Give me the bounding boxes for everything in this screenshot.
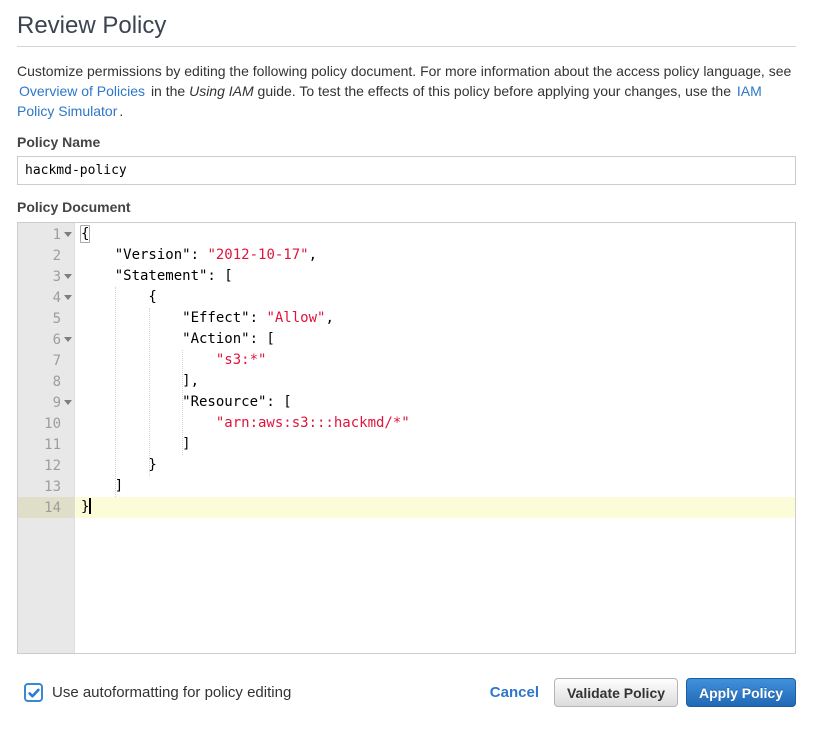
code-line-4[interactable]: {	[75, 287, 795, 308]
line-number: 13	[44, 479, 61, 495]
json-plain-token	[81, 415, 216, 431]
json-plain-token: "Action": [	[81, 331, 275, 347]
apply-policy-button[interactable]: Apply Policy	[686, 678, 796, 707]
gutter-line-5: 5	[18, 308, 74, 329]
line-number: 12	[44, 458, 61, 474]
policy-name-input[interactable]	[17, 156, 796, 185]
json-plain-token: }	[81, 499, 89, 515]
code-line-12[interactable]: }	[75, 455, 795, 476]
line-number: 4	[53, 290, 61, 306]
intro-text-2: in the	[151, 83, 185, 99]
fold-arrow-icon[interactable]	[61, 232, 72, 237]
json-plain-token: }	[81, 457, 157, 473]
overview-of-policies-link[interactable]: Overview of Policies	[17, 83, 147, 99]
code-line-10[interactable]: "arn:aws:s3:::hackmd/*"	[75, 413, 795, 434]
gutter-line-4[interactable]: 4	[18, 287, 74, 308]
intro-paragraph: Customize permissions by editing the fol…	[17, 61, 796, 121]
json-string-token: "Allow"	[266, 310, 325, 326]
json-plain-token: ,	[325, 310, 333, 326]
policy-document-editor[interactable]: 1234567891011121314 { "Version": "2012-1…	[17, 222, 796, 654]
using-iam-guide-name: Using IAM	[189, 83, 254, 99]
code-line-1[interactable]: {	[75, 224, 795, 245]
code-line-5[interactable]: "Effect": "Allow",	[75, 308, 795, 329]
json-plain-token	[81, 352, 216, 368]
review-policy-page: Review Policy Customize permissions by e…	[17, 13, 796, 707]
code-line-14[interactable]: }	[75, 497, 795, 518]
gutter-line-11: 11	[18, 434, 74, 455]
intro-text-4: .	[119, 103, 123, 119]
line-number: 11	[44, 437, 61, 453]
gutter-line-1[interactable]: 1	[18, 224, 74, 245]
json-string-token: "s3:*"	[216, 352, 267, 368]
line-number: 9	[53, 395, 61, 411]
code-line-7[interactable]: "s3:*"	[75, 350, 795, 371]
code-line-8[interactable]: ],	[75, 371, 795, 392]
footer-actions: Use autoformatting for policy editing Ca…	[17, 678, 796, 707]
gutter-line-10: 10	[18, 413, 74, 434]
json-plain-token: {	[80, 225, 90, 243]
json-plain-token: "Statement": [	[81, 268, 233, 284]
code-line-13[interactable]: ]	[75, 476, 795, 497]
fold-arrow-icon[interactable]	[61, 337, 72, 342]
line-number: 1	[53, 227, 61, 243]
autoformat-checkbox[interactable]	[24, 683, 43, 702]
json-plain-token: "Resource": [	[81, 394, 292, 410]
line-number: 5	[53, 311, 61, 327]
line-number: 8	[53, 374, 61, 390]
line-number: 10	[44, 416, 61, 432]
gutter-line-13: 13	[18, 476, 74, 497]
policy-document-label: Policy Document	[17, 199, 796, 215]
fold-arrow-icon[interactable]	[61, 274, 72, 279]
line-number: 6	[53, 332, 61, 348]
gutter-line-7: 7	[18, 350, 74, 371]
fold-arrow-icon[interactable]	[61, 295, 72, 300]
text-cursor	[89, 498, 91, 514]
json-string-token: "arn:aws:s3:::hackmd/*"	[216, 415, 410, 431]
gutter-line-2: 2	[18, 245, 74, 266]
editor-code-area[interactable]: { "Version": "2012-10-17", "Statement": …	[75, 223, 795, 653]
json-plain-token: ]	[81, 436, 191, 452]
gutter-line-8: 8	[18, 371, 74, 392]
json-plain-token: {	[81, 289, 157, 305]
fold-arrow-icon[interactable]	[61, 400, 72, 405]
policy-name-label: Policy Name	[17, 134, 796, 150]
json-plain-token: ]	[81, 478, 123, 494]
line-number: 2	[53, 248, 61, 264]
code-line-9[interactable]: "Resource": [	[75, 392, 795, 413]
json-plain-token: ,	[309, 247, 317, 263]
gutter-line-9[interactable]: 9	[18, 392, 74, 413]
code-line-2[interactable]: "Version": "2012-10-17",	[75, 245, 795, 266]
gutter-line-3[interactable]: 3	[18, 266, 74, 287]
cancel-link[interactable]: Cancel	[490, 684, 539, 701]
intro-text-1: Customize permissions by editing the fol…	[17, 63, 791, 79]
code-line-3[interactable]: "Statement": [	[75, 266, 795, 287]
json-plain-token: "Version":	[81, 247, 207, 263]
line-number: 14	[44, 500, 61, 516]
editor-gutter: 1234567891011121314	[18, 223, 75, 653]
checkmark-icon	[27, 686, 41, 700]
gutter-line-12: 12	[18, 455, 74, 476]
page-title: Review Policy	[17, 13, 796, 47]
code-line-11[interactable]: ]	[75, 434, 795, 455]
json-plain-token: ],	[81, 373, 199, 389]
gutter-line-6[interactable]: 6	[18, 329, 74, 350]
line-number: 3	[53, 269, 61, 285]
json-string-token: "2012-10-17"	[207, 247, 308, 263]
gutter-line-14: 14	[18, 497, 74, 518]
line-number: 7	[53, 353, 61, 369]
code-line-6[interactable]: "Action": [	[75, 329, 795, 350]
json-plain-token: "Effect":	[81, 310, 266, 326]
validate-policy-button[interactable]: Validate Policy	[554, 678, 678, 707]
intro-text-3: guide. To test the effects of this polic…	[258, 83, 731, 99]
autoformat-label: Use autoformatting for policy editing	[52, 684, 291, 701]
autoformat-group: Use autoformatting for policy editing	[24, 683, 291, 702]
